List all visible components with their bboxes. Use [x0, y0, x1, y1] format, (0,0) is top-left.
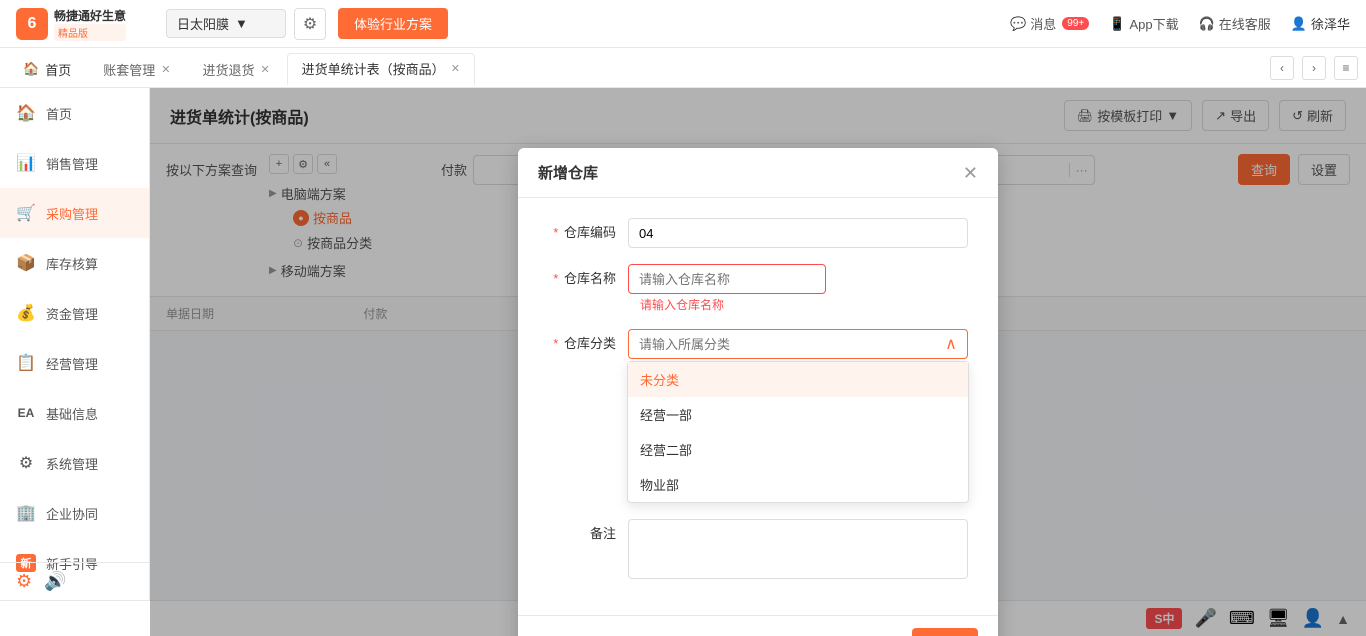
- name-label: * 仓库名称: [548, 264, 628, 294]
- main-layout: 🏠 首页 📊 销售管理 🛒 采购管理 📦 库存核算 💰 资金管理 📋 经营管理 …: [0, 88, 1366, 636]
- classify-dropdown: 未分类 经营一部 经营二部 物业部: [627, 361, 969, 503]
- system-icon: ⚙: [16, 453, 36, 473]
- content-area: 进货单统计(按商品) 🖨 按模板打印 ▼ ↗ 导出 ↺ 刷新 按以下方案查询: [150, 88, 1366, 636]
- tab-purchase-stat-close[interactable]: ✕: [451, 62, 460, 75]
- home-sidebar-icon: 🏠: [16, 103, 36, 123]
- sidebar-item-inventory[interactable]: 📦 库存核算: [0, 238, 149, 288]
- sidebar-item-home[interactable]: 🏠 首页: [0, 88, 149, 138]
- operations-icon: 📋: [16, 353, 36, 373]
- dropdown-item-3[interactable]: 物业部: [628, 467, 968, 502]
- notes-textarea[interactable]: [628, 519, 968, 579]
- sales-icon: 📊: [16, 153, 36, 173]
- sidebar-item-sales[interactable]: 📊 销售管理: [0, 138, 149, 188]
- speaker-icon[interactable]: 🔊: [44, 571, 66, 592]
- headset-icon: 🎧: [1199, 16, 1215, 32]
- trial-button[interactable]: 体验行业方案: [338, 8, 448, 39]
- messages-item[interactable]: 💬 消息 99+: [1010, 14, 1089, 33]
- sidebar: 🏠 首页 📊 销售管理 🛒 采购管理 📦 库存核算 💰 资金管理 📋 经营管理 …: [0, 88, 150, 636]
- tab-bar-right: ‹ › ≡: [1270, 56, 1358, 80]
- new-warehouse-dialog: 新增仓库 ✕ * 仓库编码: [518, 148, 998, 636]
- home-icon: 🏠: [23, 61, 39, 77]
- dialog-title: 新增仓库: [538, 162, 598, 183]
- app-logo-icon: 6: [16, 8, 48, 40]
- tab-purchase-return-close[interactable]: ✕: [260, 63, 269, 76]
- classify-toggle-button[interactable]: ∧: [935, 330, 967, 358]
- user-icon: 👤: [1291, 16, 1307, 32]
- tab-purchase-return-label: 进货退货: [202, 60, 254, 79]
- notes-label: 备注: [548, 519, 628, 549]
- dropdown-item-2[interactable]: 经营二部: [628, 432, 968, 467]
- tab-purchase-stat-label: 进货单统计表（按商品）: [302, 59, 445, 78]
- chevron-down-icon: ▼: [235, 16, 248, 31]
- code-input[interactable]: [628, 218, 968, 248]
- brand-text: 畅捷通好生意 精品版: [54, 7, 126, 41]
- tab-bar: 🏠 首页 账套管理 ✕ 进货退货 ✕ 进货单统计表（按商品） ✕ ‹ › ≡: [0, 48, 1366, 88]
- modal-overlay: 新增仓库 ✕ * 仓库编码: [150, 88, 1366, 636]
- purchase-icon: 🛒: [16, 203, 36, 223]
- tab-accounts-close[interactable]: ✕: [161, 63, 170, 76]
- sidebar-item-operations[interactable]: 📋 经营管理: [0, 338, 149, 388]
- code-label: * 仓库编码: [548, 218, 628, 248]
- message-badge: 99+: [1062, 17, 1089, 30]
- logo-area: 6 畅捷通好生意 精品版: [16, 7, 166, 41]
- tab-home-label: 首页: [45, 60, 71, 79]
- top-header: 6 畅捷通好生意 精品版 日太阳膜 ▼ ⚙ 体验行业方案 💬 消息 99+ 📱 …: [0, 0, 1366, 48]
- enterprise-icon: 🏢: [16, 503, 36, 523]
- tab-purchase-stat[interactable]: 进货单统计表（按商品） ✕: [287, 53, 475, 85]
- dropdown-item-1[interactable]: 经营一部: [628, 397, 968, 432]
- classify-input[interactable]: [629, 330, 935, 358]
- sidebar-item-system[interactable]: ⚙ 系统管理: [0, 438, 149, 488]
- phone-icon: 📱: [1109, 16, 1125, 32]
- tab-home[interactable]: 🏠 首页: [8, 53, 86, 85]
- name-input[interactable]: [628, 264, 826, 294]
- basic-icon: EA: [16, 406, 36, 420]
- message-icon: 💬: [1010, 16, 1026, 32]
- name-error-msg: 请输入仓库名称: [640, 298, 724, 312]
- sidebar-bottom: ⚙ 🔊: [0, 562, 150, 600]
- finance-icon: 💰: [16, 303, 36, 323]
- sidebar-item-enterprise[interactable]: 🏢 企业协同: [0, 488, 149, 538]
- classify-input-row: ∧: [628, 329, 968, 359]
- header-right: 💬 消息 99+ 📱 App下载 🎧 在线客服 👤 徐泽华: [1010, 14, 1350, 33]
- classify-label: * 仓库分类: [548, 329, 628, 359]
- store-selector[interactable]: 日太阳膜 ▼: [166, 9, 286, 38]
- notes-row: 备注: [548, 519, 968, 579]
- tab-next-button[interactable]: ›: [1302, 56, 1326, 80]
- settings-button[interactable]: ⚙: [294, 8, 326, 40]
- inventory-icon: 📦: [16, 253, 36, 273]
- name-row: * 仓库名称 请输入仓库名称: [548, 264, 968, 313]
- tab-prev-button[interactable]: ‹: [1270, 56, 1294, 80]
- store-name: 日太阳膜: [177, 14, 229, 33]
- dialog-close-button[interactable]: ✕: [963, 164, 978, 182]
- classify-wrapper: ∧ 未分类 经营一部 经营二部 物业部: [628, 329, 968, 359]
- sidebar-item-finance[interactable]: 💰 资金管理: [0, 288, 149, 338]
- dialog-footer: 保存: [518, 615, 998, 636]
- tab-accounts-label: 账套管理: [103, 60, 155, 79]
- tab-accounts[interactable]: 账套管理 ✕: [88, 53, 185, 85]
- dialog-header: 新增仓库 ✕: [518, 148, 998, 198]
- username-label: 徐泽华: [1311, 14, 1350, 33]
- app-download-item[interactable]: 📱 App下载: [1109, 14, 1178, 33]
- user-item[interactable]: 👤 徐泽华: [1291, 14, 1350, 33]
- tab-purchase-return[interactable]: 进货退货 ✕: [187, 53, 284, 85]
- code-row: * 仓库编码: [548, 218, 968, 248]
- online-service-item[interactable]: 🎧 在线客服: [1199, 14, 1271, 33]
- gear-icon: ⚙: [303, 14, 317, 34]
- classify-row: * 仓库分类 ∧ 未分类 经营一部 经营二部: [548, 329, 968, 359]
- sidebar-item-purchase[interactable]: 🛒 采购管理: [0, 188, 149, 238]
- settings-bottom-icon[interactable]: ⚙: [16, 571, 32, 592]
- tab-menu-button[interactable]: ≡: [1334, 56, 1358, 80]
- dropdown-item-0[interactable]: 未分类: [628, 362, 968, 397]
- dialog-body: * 仓库编码 * 仓库名称: [518, 198, 998, 615]
- save-button[interactable]: 保存: [912, 628, 978, 636]
- sidebar-item-basic[interactable]: EA 基础信息: [0, 388, 149, 438]
